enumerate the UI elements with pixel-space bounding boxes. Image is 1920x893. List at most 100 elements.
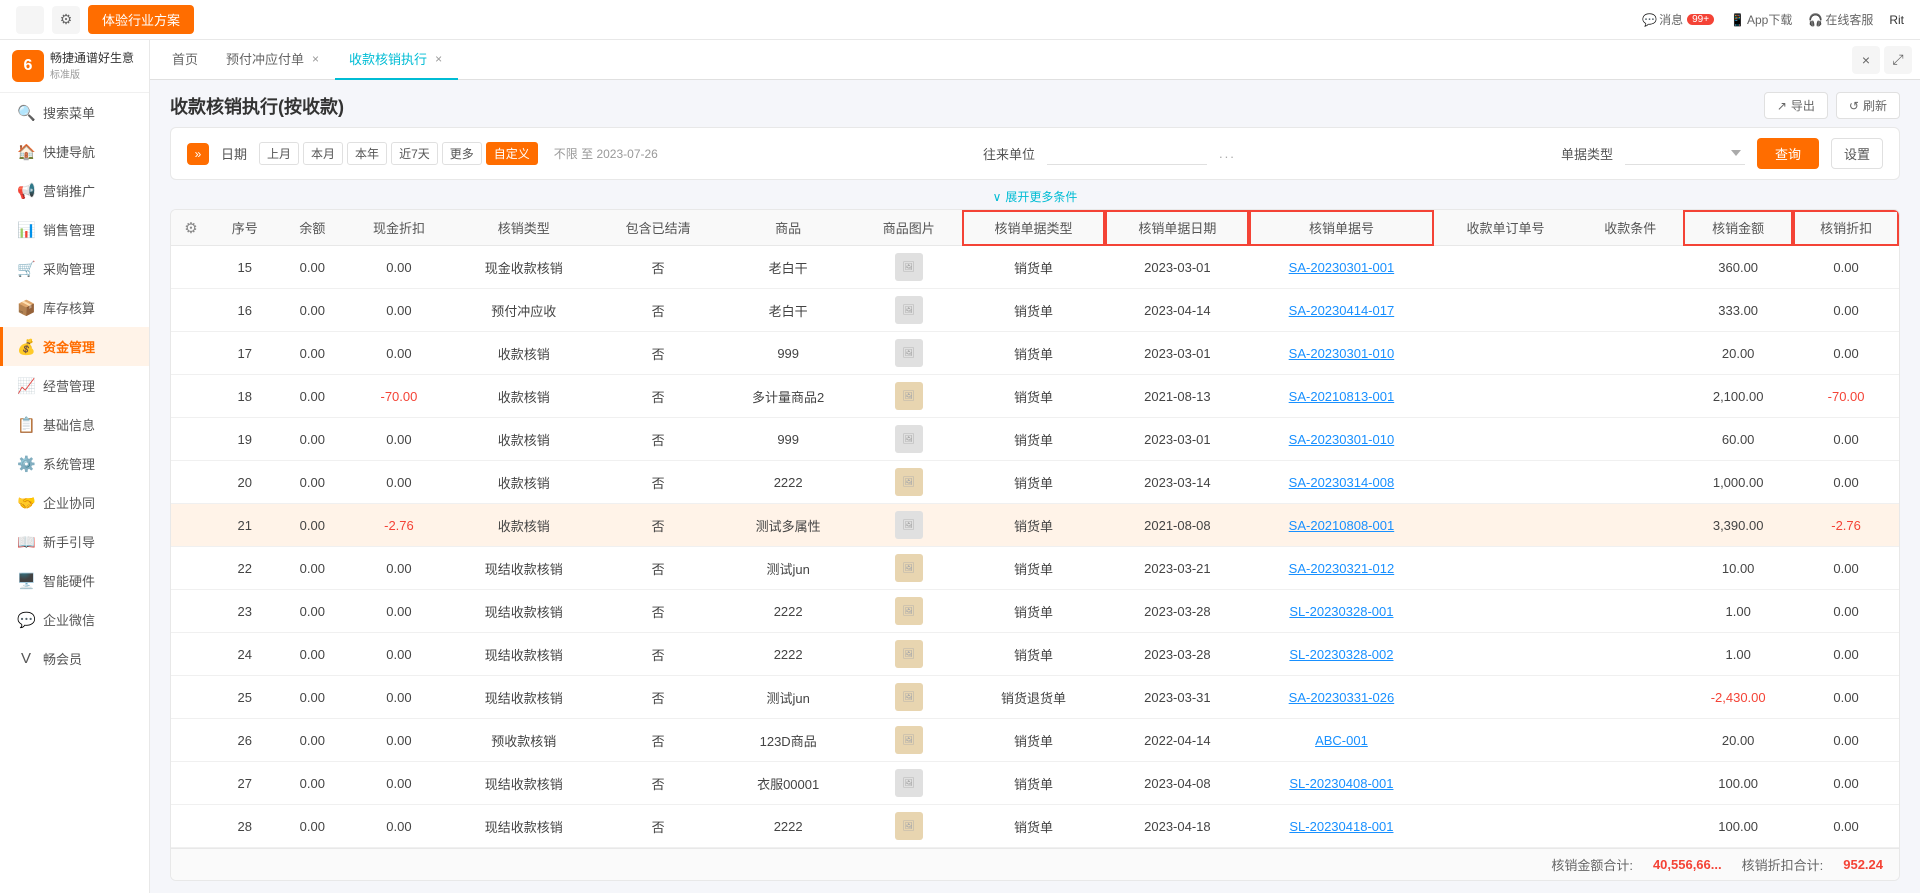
tab-prepay[interactable]: 预付冲应付单 × — [212, 40, 335, 80]
cell-cancel-discount: 0.00 — [1793, 805, 1899, 848]
cell-cancel-bill-date: 2023-04-18 — [1105, 805, 1249, 848]
cell-goods: 2222 — [720, 461, 855, 504]
top-bar: ⚙ 体验行业方案 💬 消息 99+ 📱 App下载 🎧 在线客服 Rit — [0, 0, 1920, 40]
sidebar-item-9[interactable]: ⚙️系统管理 — [0, 444, 149, 483]
cell-cancel-bill-no[interactable]: SA-20230301-001 — [1249, 246, 1433, 289]
table-row: 26 0.00 0.00 预收款核销 否 123D商品 🖼 销货单 2022-0… — [171, 719, 1899, 762]
search-input-area[interactable] — [16, 6, 44, 34]
cell-cancel-bill-no[interactable]: SL-20230328-001 — [1249, 590, 1433, 633]
date-btn-7days[interactable]: 近7天 — [391, 142, 438, 165]
settings-icon[interactable]: ⚙ — [52, 6, 80, 34]
cell-included-settled: 否 — [596, 418, 721, 461]
app-download-area[interactable]: 📱 App下载 — [1730, 11, 1792, 28]
cell-cancel-bill-no[interactable]: SA-20230331-026 — [1249, 676, 1433, 719]
expand-conditions-btn[interactable]: ∨ 展开更多条件 — [993, 188, 1078, 205]
cell-cancel-amount: 333.00 — [1683, 289, 1793, 332]
cell-cancel-type: 收款核销 — [452, 418, 596, 461]
sidebar-item-8[interactable]: 📋基础信息 — [0, 405, 149, 444]
cell-included-settled: 否 — [596, 590, 721, 633]
cell-cancel-bill-no[interactable]: SL-20230418-001 — [1249, 805, 1433, 848]
tab-receipt-cancel-close[interactable]: × — [433, 51, 444, 67]
cell-receipt-order-no — [1434, 762, 1578, 805]
cell-cancel-bill-no[interactable]: SA-20210808-001 — [1249, 504, 1433, 547]
cell-cancel-amount: 100.00 — [1683, 762, 1793, 805]
table-wrapper[interactable]: ⚙ 序号 余额 现金折扣 核销类型 包含已结清 商品 商品图片 核销单据类型 核… — [171, 210, 1899, 848]
tab-prepay-close[interactable]: × — [310, 51, 321, 67]
sidebar-item-10[interactable]: 🤝企业协同 — [0, 483, 149, 522]
date-btn-this-year[interactable]: 本年 — [347, 142, 387, 165]
date-btn-more[interactable]: 更多 — [442, 142, 482, 165]
page-header: 收款核销执行(按收款) ↗ 导出 ↺ 刷新 — [150, 80, 1920, 127]
sidebar-icon-12: 🖥️ — [17, 572, 35, 590]
cell-receipt-order-no — [1434, 375, 1578, 418]
cell-cancel-discount: 0.00 — [1793, 719, 1899, 762]
top-bar-left: ⚙ 体验行业方案 — [16, 5, 1642, 34]
sidebar-logo: 6 畅捷通谱好生意 标准版 — [0, 40, 149, 93]
query-btn[interactable]: 查询 — [1757, 138, 1819, 169]
cell-cancel-bill-no[interactable]: SA-20230314-008 — [1249, 461, 1433, 504]
cell-cancel-discount: 0.00 — [1793, 246, 1899, 289]
sidebar-item-4[interactable]: 🛒采购管理 — [0, 249, 149, 288]
sidebar-item-5[interactable]: 📦库存核算 — [0, 288, 149, 327]
sidebar-item-7[interactable]: 📈经营管理 — [0, 366, 149, 405]
cell-cash-discount: 0.00 — [346, 289, 452, 332]
message-area[interactable]: 💬 消息 99+ — [1642, 11, 1714, 28]
col-goods: 商品 — [720, 210, 855, 246]
cell-cash-discount: 0.00 — [346, 590, 452, 633]
sidebar-item-14[interactable]: V畅会员 — [0, 639, 149, 678]
tab-expand-icon[interactable]: ⤢ — [1884, 46, 1912, 74]
sidebar-item-13[interactable]: 💬企业微信 — [0, 600, 149, 639]
industry-btn[interactable]: 体验行业方案 — [88, 5, 194, 34]
cell-cancel-bill-no[interactable]: SA-20230321-012 — [1249, 547, 1433, 590]
date-btn-custom[interactable]: 自定义 — [486, 142, 538, 165]
date-btn-last-month[interactable]: 上月 — [259, 142, 299, 165]
sidebar-label-12: 智能硬件 — [43, 571, 95, 590]
col-included-settled: 包含已结清 — [596, 210, 721, 246]
cell-cancel-discount: 0.00 — [1793, 418, 1899, 461]
cell-goods: 测试多属性 — [720, 504, 855, 547]
sidebar-item-12[interactable]: 🖥️ 智能硬件 — [0, 561, 149, 600]
tab-home[interactable]: 首页 — [158, 40, 212, 80]
sidebar-item-0[interactable]: 🔍搜索菜单 — [0, 93, 149, 132]
search-input[interactable] — [0, 10, 100, 30]
cell-cancel-amount: 20.00 — [1683, 332, 1793, 375]
cell-receipt-condition — [1577, 418, 1683, 461]
cell-cancel-bill-no[interactable]: SA-20230301-010 — [1249, 418, 1433, 461]
settings-btn[interactable]: 设置 — [1831, 138, 1883, 169]
cell-cancel-bill-no[interactable]: SL-20230408-001 — [1249, 762, 1433, 805]
cell-cancel-bill-no[interactable]: ABC-001 — [1249, 719, 1433, 762]
cell-goods-img: 🖼 — [856, 461, 962, 504]
date-btn-this-month[interactable]: 本月 — [303, 142, 343, 165]
tab-receipt-cancel[interactable]: 收款核销执行 × — [335, 40, 458, 80]
cell-balance: 0.00 — [279, 504, 347, 547]
sidebar-item-3[interactable]: 📊销售管理 — [0, 210, 149, 249]
sidebar-item-6[interactable]: 💰资金管理 — [0, 327, 149, 366]
cell-cancel-bill-no[interactable]: SL-20230328-002 — [1249, 633, 1433, 676]
sidebar-item-2[interactable]: 📢营销推广 — [0, 171, 149, 210]
online-service-area[interactable]: 🎧 在线客服 — [1808, 11, 1873, 28]
sidebar-item-1[interactable]: 🏠快捷导航 — [0, 132, 149, 171]
sidebar-item-11[interactable]: 📖新手引导 — [0, 522, 149, 561]
cell-goods: 2222 — [720, 633, 855, 676]
cell-cancel-bill-no[interactable]: SA-20230301-010 — [1249, 332, 1433, 375]
export-btn[interactable]: ↗ 导出 — [1764, 92, 1828, 119]
cell-cash-discount: 0.00 — [346, 805, 452, 848]
col-num: 序号 — [211, 210, 279, 246]
tab-close-all-icon[interactable]: × — [1852, 46, 1880, 74]
refresh-btn[interactable]: ↺ 刷新 — [1836, 92, 1900, 119]
user-name[interactable]: Rit — [1889, 13, 1904, 27]
from-unit-input[interactable] — [1047, 143, 1207, 165]
logo-sub: 标准版 — [50, 66, 134, 81]
tab-prepay-label: 预付冲应付单 — [226, 49, 304, 68]
cell-balance: 0.00 — [279, 332, 347, 375]
single-type-select[interactable]: 销货单 销货退货单 — [1625, 143, 1745, 165]
sidebar-nav: 🔍搜索菜单🏠快捷导航📢营销推广📊销售管理🛒采购管理📦库存核算💰资金管理📈经营管理… — [0, 93, 149, 678]
cell-balance: 0.00 — [279, 547, 347, 590]
cell-num: 21 — [211, 504, 279, 547]
sidebar-label-11: 新手引导 — [43, 532, 95, 551]
cell-cancel-bill-no[interactable]: SA-20210813-001 — [1249, 375, 1433, 418]
cell-cancel-bill-no[interactable]: SA-20230414-017 — [1249, 289, 1433, 332]
cell-goods: 测试jun — [720, 547, 855, 590]
filter-toggle-btn[interactable]: » — [187, 143, 209, 165]
table-row: 15 0.00 0.00 现金收款核销 否 老白干 🖼 销货单 2023-03-… — [171, 246, 1899, 289]
